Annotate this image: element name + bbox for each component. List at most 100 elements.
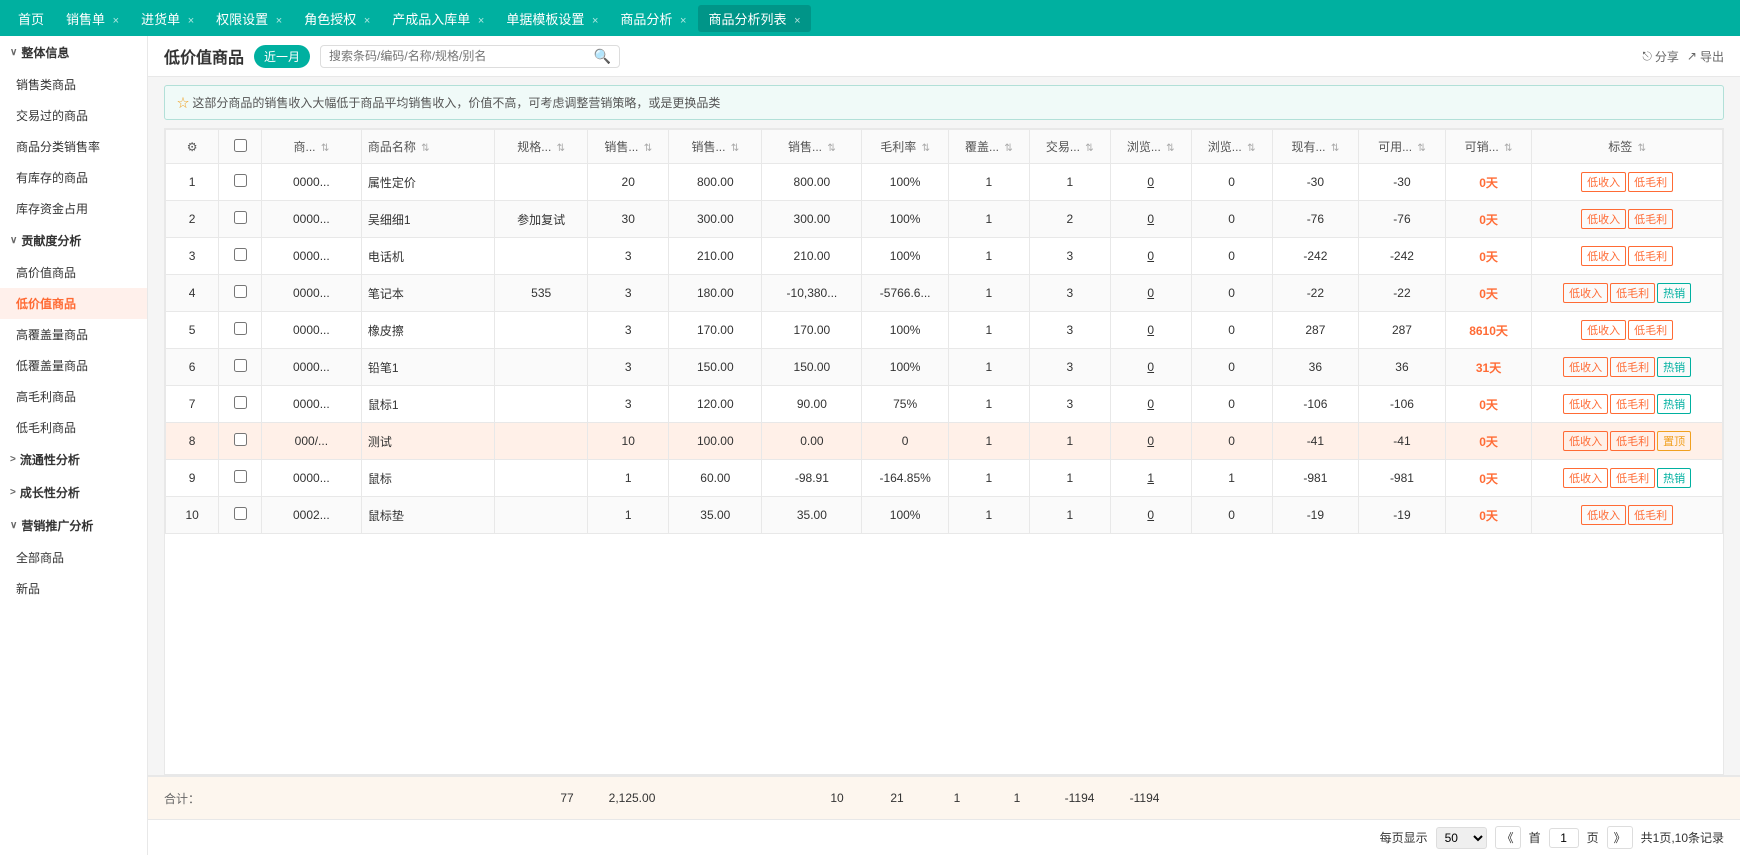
th-sale-price[interactable]: 销售... ⇅	[669, 130, 762, 164]
sidebar-item-new-goods[interactable]: 新品	[0, 573, 147, 604]
row-checkbox[interactable]	[234, 396, 247, 409]
row-browse1[interactable]: 0	[1110, 275, 1191, 312]
row-check[interactable]	[219, 201, 262, 238]
browse1-link[interactable]: 0	[1147, 212, 1154, 226]
tag-置顶[interactable]: 置顶	[1657, 431, 1691, 451]
tag-低收入[interactable]: 低收入	[1563, 468, 1608, 488]
th-tag[interactable]: 标签 ⇅	[1532, 130, 1723, 164]
row-check[interactable]	[219, 349, 262, 386]
th-avail[interactable]: 可用... ⇅	[1359, 130, 1446, 164]
sidebar-item-all-goods[interactable]: 全部商品	[0, 542, 147, 573]
tag-低毛利[interactable]: 低毛利	[1628, 209, 1673, 229]
sidebar-section-growth[interactable]: > 成长性分析	[0, 476, 147, 509]
browse1-link[interactable]: 0	[1147, 249, 1154, 263]
row-browse1[interactable]: 0	[1110, 238, 1191, 275]
tag-低收入[interactable]: 低收入	[1563, 431, 1608, 451]
tag-低收入[interactable]: 低收入	[1581, 246, 1626, 266]
tag-低毛利[interactable]: 低毛利	[1628, 172, 1673, 192]
tag-低毛利[interactable]: 低毛利	[1628, 246, 1673, 266]
tag-低收入[interactable]: 低收入	[1563, 394, 1608, 414]
search-input[interactable]	[329, 49, 594, 63]
sidebar-item-low-margin[interactable]: 低毛利商品	[0, 412, 147, 443]
row-checkbox[interactable]	[234, 507, 247, 520]
row-checkbox[interactable]	[234, 211, 247, 224]
sidebar-item-stock-fund[interactable]: 库存资金占用	[0, 193, 147, 224]
tag-低收入[interactable]: 低收入	[1563, 357, 1608, 377]
row-browse1[interactable]: 1	[1110, 460, 1191, 497]
sidebar-item-category-rate[interactable]: 商品分类销售率	[0, 131, 147, 162]
browse1-link[interactable]: 0	[1147, 397, 1154, 411]
row-checkbox[interactable]	[234, 322, 247, 335]
browse1-link[interactable]: 0	[1147, 323, 1154, 337]
share-btn[interactable]: ⎋ 分享	[1642, 48, 1679, 65]
export-btn[interactable]: ↗ 导出	[1687, 48, 1724, 65]
row-check[interactable]	[219, 312, 262, 349]
row-checkbox[interactable]	[234, 433, 247, 446]
per-page-select[interactable]: 50 100 200	[1436, 827, 1487, 849]
first-page-btn[interactable]: 《	[1495, 826, 1521, 849]
row-checkbox[interactable]	[234, 174, 247, 187]
sidebar-section-marketing[interactable]: ∨ 营销推广分析	[0, 509, 147, 542]
row-check[interactable]	[219, 164, 262, 201]
row-checkbox[interactable]	[234, 359, 247, 372]
nav-analysis[interactable]: 商品分析 ×	[610, 5, 696, 32]
nav-products[interactable]: 产成品入库单 ×	[382, 5, 494, 32]
nav-sales[interactable]: 销售单 ×	[56, 5, 129, 32]
browse1-link[interactable]: 0	[1147, 508, 1154, 522]
th-code[interactable]: 商... ⇅	[261, 130, 361, 164]
row-check[interactable]	[219, 460, 262, 497]
nav-templates[interactable]: 单据模板设置 ×	[496, 5, 608, 32]
th-cover[interactable]: 覆盖... ⇅	[948, 130, 1029, 164]
th-browse1[interactable]: 浏览... ⇅	[1110, 130, 1191, 164]
row-check[interactable]	[219, 238, 262, 275]
th-sale-amount[interactable]: 销售... ⇅	[762, 130, 862, 164]
nav-permissions[interactable]: 权限设置 ×	[206, 5, 292, 32]
row-checkbox[interactable]	[234, 248, 247, 261]
tag-低毛利[interactable]: 低毛利	[1610, 468, 1655, 488]
sidebar-item-low-coverage[interactable]: 低覆盖量商品	[0, 350, 147, 381]
sidebar-item-low-value[interactable]: 低价值商品	[0, 288, 147, 319]
th-margin[interactable]: 毛利率 ⇅	[862, 130, 949, 164]
tag-低收入[interactable]: 低收入	[1581, 172, 1626, 192]
filter-recent-month-btn[interactable]: 近一月	[254, 45, 310, 68]
tag-低毛利[interactable]: 低毛利	[1628, 505, 1673, 525]
th-name[interactable]: 商品名称 ⇅	[361, 130, 494, 164]
tag-低毛利[interactable]: 低毛利	[1610, 283, 1655, 303]
tag-低毛利[interactable]: 低毛利	[1628, 320, 1673, 340]
browse1-link[interactable]: 0	[1147, 360, 1154, 374]
browse1-link[interactable]: 0	[1147, 286, 1154, 300]
tag-热销[interactable]: 热销	[1657, 468, 1691, 488]
row-browse1[interactable]: 0	[1110, 201, 1191, 238]
row-check[interactable]	[219, 423, 262, 460]
th-settings[interactable]: ⚙	[166, 130, 219, 164]
browse1-link[interactable]: 1	[1147, 471, 1154, 485]
th-sale-qty[interactable]: 销售... ⇅	[588, 130, 669, 164]
tag-低毛利[interactable]: 低毛利	[1610, 431, 1655, 451]
sidebar-section-circulation[interactable]: > 流通性分析	[0, 443, 147, 476]
last-page-btn[interactable]: 》	[1607, 826, 1633, 849]
select-all-checkbox[interactable]	[234, 139, 247, 152]
sidebar-item-sales-goods[interactable]: 销售类商品	[0, 69, 147, 100]
tag-热销[interactable]: 热销	[1657, 394, 1691, 414]
th-current[interactable]: 现有... ⇅	[1272, 130, 1359, 164]
tag-低收入[interactable]: 低收入	[1581, 320, 1626, 340]
sidebar-item-high-margin[interactable]: 高毛利商品	[0, 381, 147, 412]
nav-roles[interactable]: 角色授权 ×	[294, 5, 380, 32]
row-browse1[interactable]: 0	[1110, 312, 1191, 349]
browse1-link[interactable]: 0	[1147, 434, 1154, 448]
row-browse1[interactable]: 0	[1110, 497, 1191, 534]
tag-热销[interactable]: 热销	[1657, 283, 1691, 303]
sidebar-item-traded-goods[interactable]: 交易过的商品	[0, 100, 147, 131]
row-browse1[interactable]: 0	[1110, 423, 1191, 460]
tag-低收入[interactable]: 低收入	[1563, 283, 1608, 303]
tag-低收入[interactable]: 低收入	[1581, 209, 1626, 229]
browse1-link[interactable]: 0	[1147, 175, 1154, 189]
row-browse1[interactable]: 0	[1110, 164, 1191, 201]
th-trade[interactable]: 交易... ⇅	[1029, 130, 1110, 164]
row-check[interactable]	[219, 386, 262, 423]
sidebar-item-high-value[interactable]: 高价值商品	[0, 257, 147, 288]
sidebar-section-overall[interactable]: ∨ 整体信息	[0, 36, 147, 69]
th-browse2[interactable]: 浏览... ⇅	[1191, 130, 1272, 164]
th-spec[interactable]: 规格... ⇅	[495, 130, 588, 164]
nav-home[interactable]: 首页	[8, 5, 54, 32]
